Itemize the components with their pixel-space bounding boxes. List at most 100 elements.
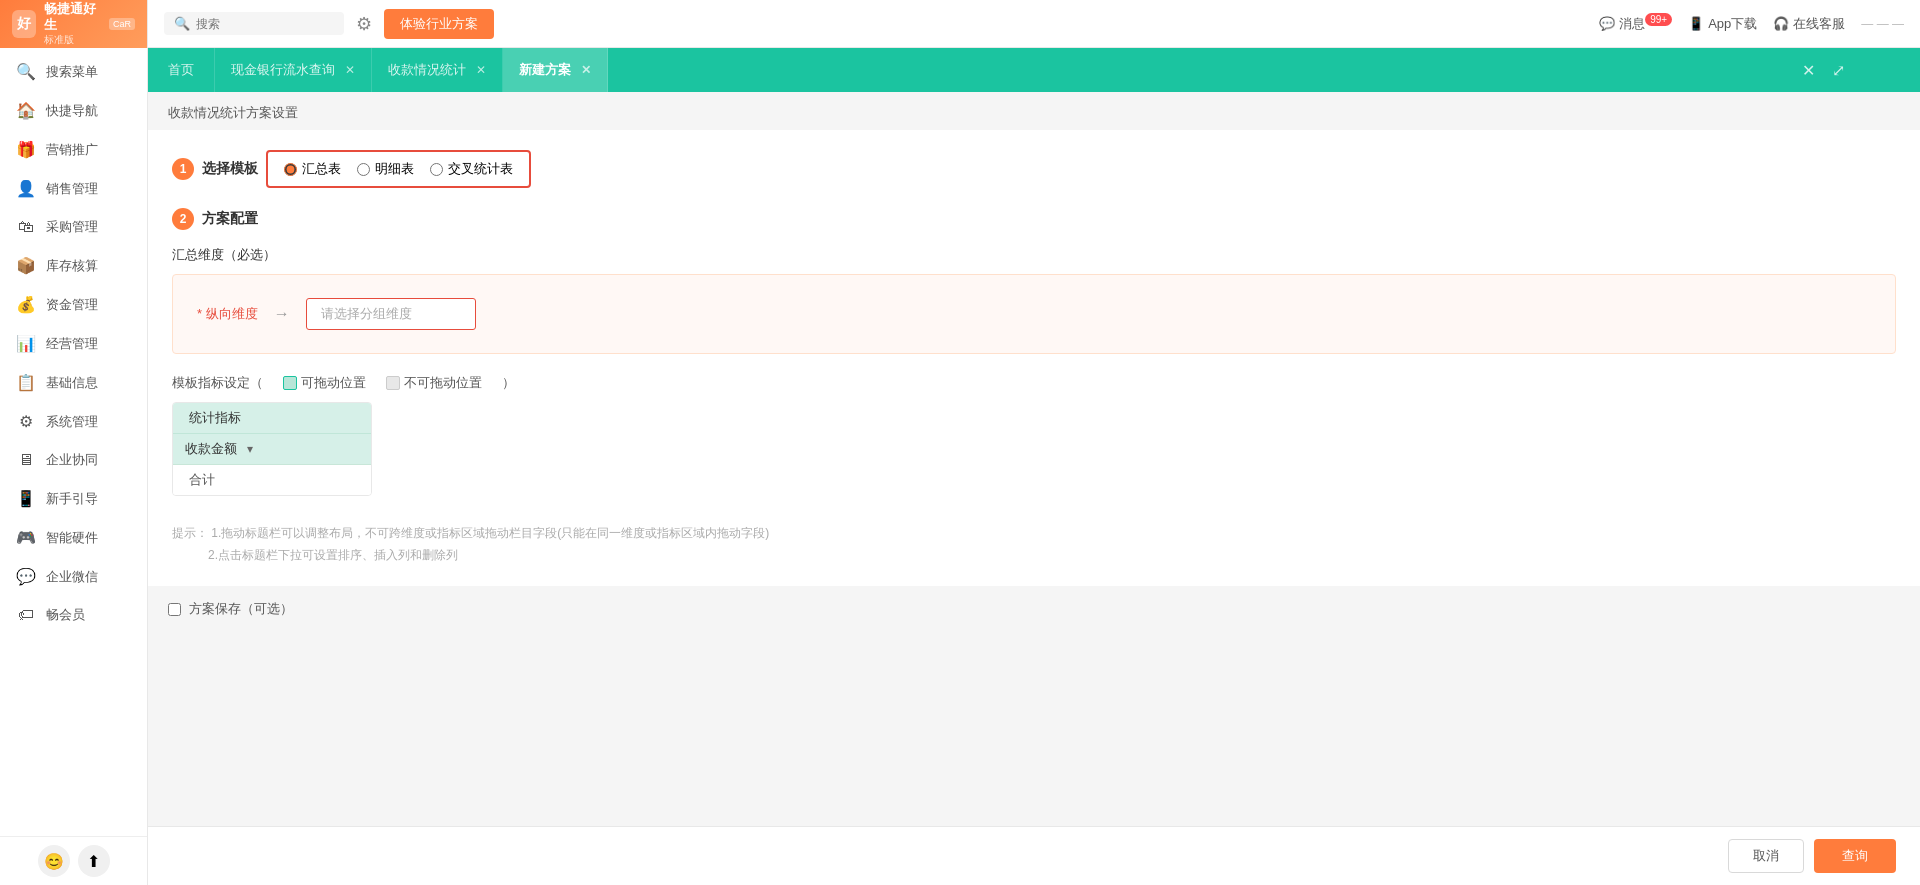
tab-new-plan[interactable]: 新建方案 ✕ [503,48,608,92]
tab-expand-button[interactable]: ⤢ [1824,56,1852,84]
logo-icon: 好 [12,10,36,38]
sidebar-item-basic-info[interactable]: 📋 基础信息 [0,363,147,402]
sidebar-item-enterprise-collab[interactable]: 🖥 企业协同 [0,441,147,479]
radio-summary-input[interactable] [284,163,297,176]
sidebar-item-sales[interactable]: 👤 销售管理 [0,169,147,208]
row-dimension-label: * 纵向维度 [197,305,258,323]
sidebar-bottom: 😊 ⬆ [0,836,147,885]
industry-solution-button[interactable]: 体验行业方案 [384,9,494,39]
tab-bank-flow-label: 现金银行流水查询 [231,61,335,79]
sidebar-item-label: 智能硬件 [46,529,98,547]
indicator-table: 统计指标 收款金额 ▾ 合计 [172,402,372,496]
app-download-label: App下载 [1708,15,1757,33]
sidebar-bottom-btn-2[interactable]: ⬆ [78,845,110,877]
content-area: 收款情况统计方案设置 1 选择模板 汇总表 明细表 [148,92,1920,826]
indicator-tag-name: 收款金额 [185,440,237,458]
tab-close-window-button[interactable]: ✕ [1794,56,1822,84]
indicator-hint-prefix: 模板指标设定（ [172,374,263,392]
tab-home[interactable]: 首页 [148,48,215,92]
section1-header: 1 选择模板 汇总表 明细表 交叉统计表 [172,150,1896,188]
sidebar-item-label: 基础信息 [46,374,98,392]
system-icon: ⚙ [16,412,36,431]
sidebar-item-label: 搜索菜单 [46,63,98,81]
purchase-icon: 🛍 [16,218,36,236]
sidebar-item-marketing[interactable]: 🎁 营销推广 [0,130,147,169]
notification-label: 消息 [1619,15,1645,33]
sales-icon: 👤 [16,179,36,198]
sidebar-item-operation[interactable]: 📊 经营管理 [0,324,147,363]
dimension-title: 汇总维度（必选） [172,246,1896,264]
phone-icon: 📱 [1688,16,1704,31]
page-footer: 方案保存（可选） [148,586,1920,632]
app-download-button[interactable]: 📱 App下载 [1688,15,1757,33]
online-support-button[interactable]: 🎧 在线客服 [1773,15,1845,33]
tab-collection-stat-label: 收款情况统计 [388,61,466,79]
query-button[interactable]: 查询 [1814,839,1896,873]
radio-cross-input[interactable] [430,163,443,176]
section2: 2 方案配置 汇总维度（必选） * 纵向维度 → 请选择分组维度 [172,208,1896,566]
sidebar-item-enterprise-wechat[interactable]: 💬 企业微信 [0,557,147,596]
search-box[interactable]: 🔍 [164,12,344,35]
sidebar-item-inventory[interactable]: 📦 库存核算 [0,246,147,285]
tab-collection-stat[interactable]: 收款情况统计 ✕ [372,48,503,92]
sidebar-bottom-btn-1[interactable]: 😊 [38,845,70,877]
sidebar-item-beginner[interactable]: 📱 新手引导 [0,479,147,518]
sidebar-item-smart-hardware[interactable]: 🎮 智能硬件 [0,518,147,557]
sidebar-item-search-menu[interactable]: 🔍 搜索菜单 [0,52,147,91]
sidebar-item-system[interactable]: ⚙ 系统管理 [0,402,147,441]
notification-button[interactable]: 💬 消息 99+ [1599,15,1672,33]
radio-cross-label: 交叉统计表 [448,160,513,178]
indicator-total-row: 合计 [173,465,371,495]
page-header: 收款情况统计方案设置 [148,92,1920,130]
bottom-bar: 取消 查询 [148,826,1920,885]
dimension-select-dropdown[interactable]: 请选择分组维度 [306,298,476,330]
settings-icon[interactable]: ⚙ [356,13,372,35]
enterprise-collab-icon: 🖥 [16,451,36,469]
radio-cross[interactable]: 交叉统计表 [430,160,513,178]
enterprise-wechat-icon: 💬 [16,567,36,586]
radio-detail[interactable]: 明细表 [357,160,414,178]
logo-main-text: 畅捷通好生 [44,1,101,32]
smart-hardware-icon: 🎮 [16,528,36,547]
finance-icon: 💰 [16,295,36,314]
radio-summary[interactable]: 汇总表 [284,160,341,178]
row-label-text: * 纵向维度 [197,305,258,323]
cancel-button[interactable]: 取消 [1728,839,1804,873]
section2-header: 2 方案配置 [172,208,1896,230]
tab-bank-flow[interactable]: 现金银行流水查询 ✕ [215,48,372,92]
sidebar-item-label: 系统管理 [46,413,98,431]
sidebar-item-label: 采购管理 [46,218,98,236]
sidebar-item-quick-nav[interactable]: 🏠 快捷导航 [0,91,147,130]
sidebar-item-label: 快捷导航 [46,102,98,120]
indicator-tag-row[interactable]: 收款金额 ▾ [173,434,371,465]
indicator-table-header: 统计指标 [173,403,371,434]
tip-line-2: 2.点击标题栏下拉可设置排序、插入列和删除列 [172,545,1896,567]
topbar-right: 💬 消息 99+ 📱 App下载 🎧 在线客服 — — — [1599,15,1904,33]
sidebar-item-label: 库存核算 [46,257,98,275]
tips-section: 提示： 1.拖动标题栏可以调整布局，不可跨维度或指标区域拖动栏目字段(只能在同一… [172,523,1896,566]
indicator-total-label: 合计 [189,472,215,487]
sidebar: 好 畅捷通好生 标准版 CaR 🔍 搜索菜单 🏠 快捷导航 🎁 营销推广 👤 销… [0,0,148,885]
sidebar-item-member[interactable]: 🏷 畅会员 [0,596,147,634]
radio-detail-input[interactable] [357,163,370,176]
sidebar-item-label: 企业协同 [46,451,98,469]
tab-bank-flow-close-icon[interactable]: ✕ [345,63,355,77]
sidebar-item-purchase[interactable]: 🛍 采购管理 [0,208,147,246]
tab-home-label: 首页 [168,61,194,79]
headset-icon: 🎧 [1773,16,1789,31]
operation-icon: 📊 [16,334,36,353]
sidebar-item-label: 企业微信 [46,568,98,586]
online-support-label: 在线客服 [1793,15,1845,33]
dimension-title-text: 汇总维度（必选） [172,247,276,262]
tip-line-1: 提示： 1.拖动标题栏可以调整布局，不可跨维度或指标区域拖动栏目字段(只能在同一… [172,523,1896,545]
topbar: 🔍 ⚙ 体验行业方案 💬 消息 99+ 📱 App下载 🎧 在线客服 — — — [148,0,1920,48]
hint-close-paren: ） [502,374,515,392]
sidebar-item-finance[interactable]: 💰 资金管理 [0,285,147,324]
marketing-icon: 🎁 [16,140,36,159]
save-plan-checkbox[interactable] [168,603,181,616]
tab-new-plan-close-icon[interactable]: ✕ [581,63,591,77]
indicator-chevron-icon: ▾ [247,442,253,456]
search-input[interactable] [196,17,326,31]
tab-collection-stat-close-icon[interactable]: ✕ [476,63,486,77]
member-icon: 🏷 [16,606,36,624]
